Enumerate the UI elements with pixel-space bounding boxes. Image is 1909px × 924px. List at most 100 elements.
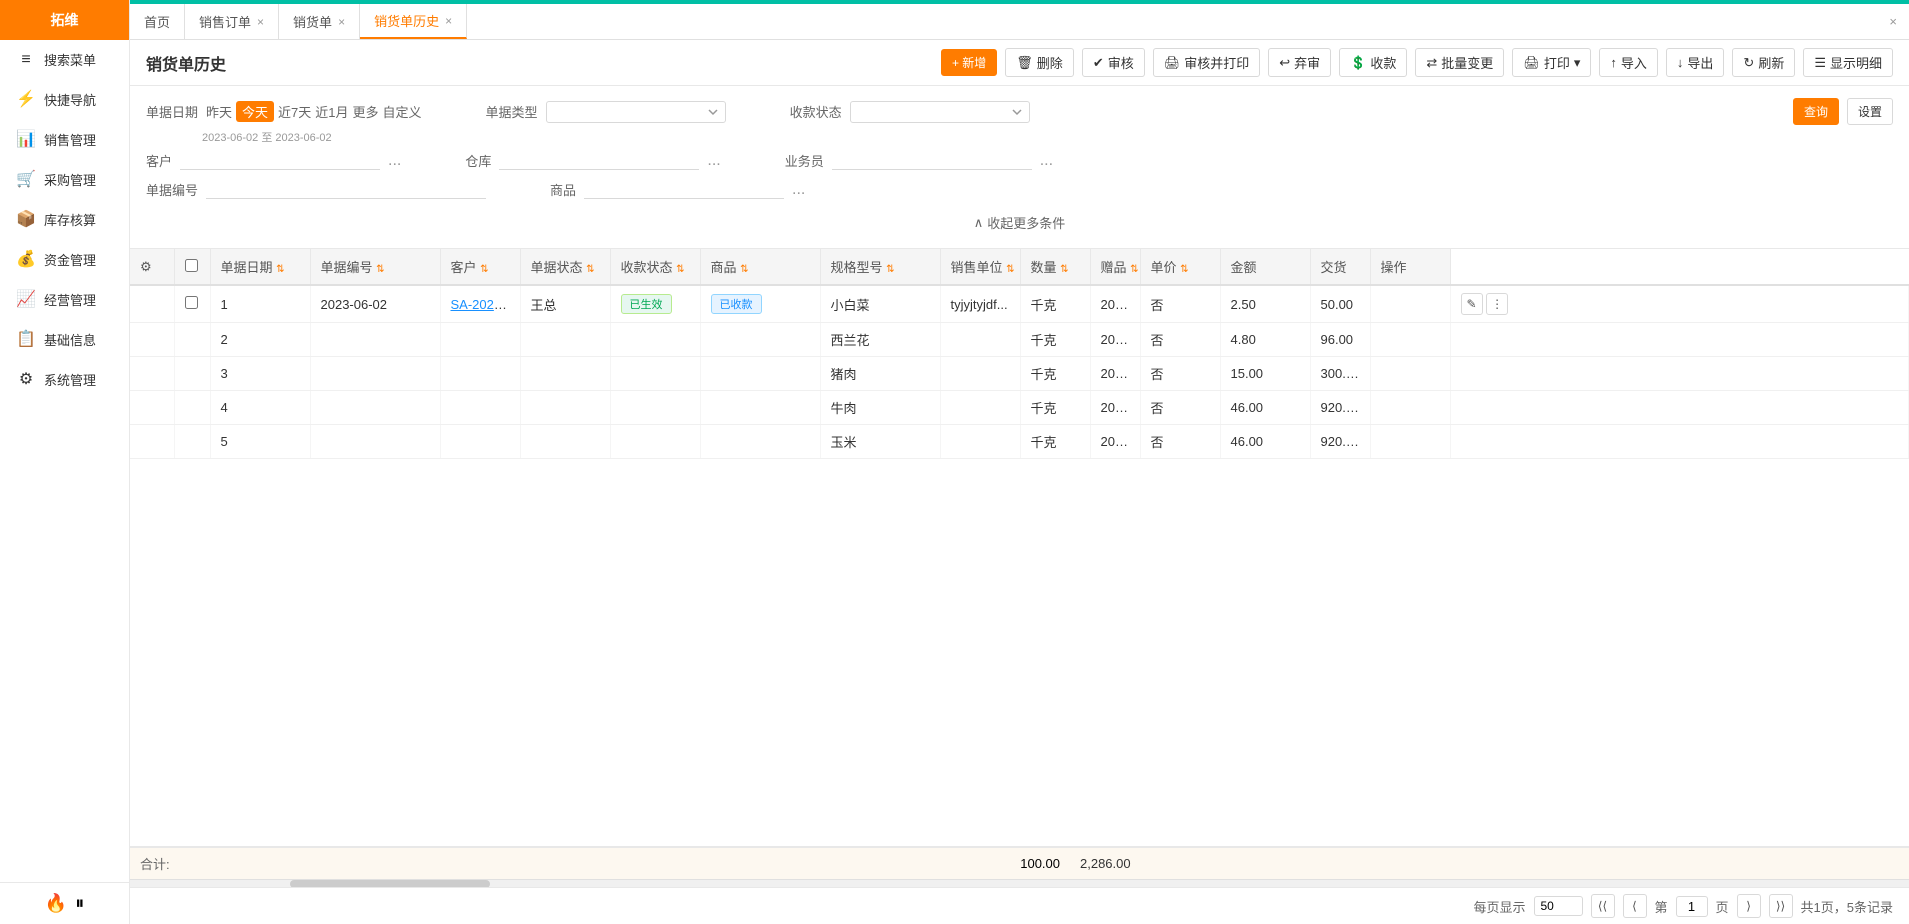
col-gift[interactable]: 赠品 ⇅ (1090, 249, 1140, 285)
refresh-button[interactable]: ↻ 刷新 (1732, 48, 1795, 77)
tab-sales-order-close[interactable]: × (257, 15, 264, 29)
col-cust[interactable]: 客户 ⇅ (440, 249, 520, 285)
edit-button[interactable]: ✎ (1461, 293, 1483, 315)
row-settings (130, 425, 174, 459)
col-unit[interactable]: 销售单位 ⇅ (940, 249, 1020, 285)
new-button[interactable]: + 新增 (941, 49, 997, 76)
window-close-button[interactable]: × (1877, 14, 1909, 29)
filter-warehouse-input[interactable] (499, 151, 699, 170)
tab-sales-order[interactable]: 销售订单 × (185, 4, 279, 39)
row-date (310, 323, 440, 357)
sidebar-item-finance-mgmt[interactable]: 💰 资金管理 (0, 239, 129, 279)
collapse-button[interactable]: ∧ 收起更多条件 (974, 213, 1066, 232)
prev-page-button[interactable]: ⟨ (1623, 894, 1647, 918)
query-button[interactable]: 查询 (1793, 98, 1839, 125)
collapse-label: 收起更多条件 (987, 213, 1065, 232)
per-page-select[interactable]: 50 100 200 (1534, 896, 1583, 916)
filter-doc-type-select[interactable] (546, 101, 726, 123)
shortcut-more[interactable]: 更多 (353, 102, 379, 121)
batch-change-button[interactable]: ⇄ 批量变更 (1415, 48, 1504, 77)
sidebar-item-sales-mgmt[interactable]: 📊 销售管理 (0, 119, 129, 159)
tab-sales-history-label: 销货单历史 (374, 11, 439, 30)
sidebar-item-inventory-calc[interactable]: 📦 库存核算 (0, 199, 129, 239)
tab-sales-history[interactable]: 销货单历史 × (360, 4, 467, 39)
table-row: 2西兰花千克20.00否4.8096.00 (130, 323, 1909, 357)
col-qty[interactable]: 数量 ⇅ (1020, 249, 1090, 285)
export-button[interactable]: ↓ 导出 (1666, 48, 1725, 77)
salesperson-dots-button[interactable]: ... (1040, 152, 1053, 170)
shortcut-1month[interactable]: 近1月 (315, 102, 348, 121)
row-amount: 300.00 (1310, 357, 1370, 391)
fire-icon[interactable]: 🔥 (45, 893, 67, 914)
sidebar-item-search-menu[interactable]: ≡ 搜索菜单 (0, 40, 129, 79)
pause-icon[interactable]: ⏸ (75, 893, 84, 914)
print-button[interactable]: 🖨 打印 ▾ (1512, 48, 1591, 77)
purchase-icon: 🛒 (16, 169, 36, 189)
audit-button[interactable]: ✔ 审核 (1082, 48, 1145, 77)
row-order-no[interactable]: SA-20230602-0 (440, 285, 520, 323)
settings-button[interactable]: 设置 (1847, 98, 1893, 125)
sidebar-item-basic-info[interactable]: 📋 基础信息 (0, 319, 129, 359)
goods-dots-button[interactable]: ... (792, 181, 805, 199)
more-actions-button[interactable]: ⋮ (1486, 293, 1508, 315)
tab-sales-history-close[interactable]: × (445, 14, 452, 28)
shortcut-7days[interactable]: 近7天 (278, 102, 311, 121)
sidebar-item-purchase-mgmt[interactable]: 🛒 采购管理 (0, 159, 129, 199)
first-page-button[interactable]: ⟨⟨ (1591, 894, 1615, 918)
col-pay[interactable]: 收款状态 ⇅ (610, 249, 700, 285)
page-number-input[interactable] (1676, 896, 1708, 917)
shortcut-yesterday[interactable]: 昨天 (206, 102, 232, 121)
row-unit: 千克 (1020, 357, 1090, 391)
row-spec (940, 323, 1020, 357)
row-qty: 20.00 (1090, 357, 1140, 391)
row-deal (1370, 323, 1450, 357)
print-dropdown-icon: ▾ (1574, 55, 1581, 71)
col-spec[interactable]: 规格型号 ⇅ (820, 249, 940, 285)
collect-button[interactable]: 💲 收款 (1339, 48, 1407, 77)
col-date[interactable]: 单据日期 ⇅ (210, 249, 310, 285)
next-page-button[interactable]: ⟩ (1737, 894, 1761, 918)
col-price[interactable]: 单价 ⇅ (1140, 249, 1220, 285)
tab-sales-goods-close[interactable]: × (338, 15, 345, 29)
sidebar-item-label: 系统管理 (44, 370, 96, 389)
filter-salesperson-input[interactable] (832, 151, 1032, 170)
tab-home[interactable]: 首页 (130, 4, 185, 39)
last-page-button[interactable]: ⟩⟩ (1769, 894, 1793, 918)
row-pay-status (700, 425, 820, 459)
row-gift: 否 (1140, 425, 1220, 459)
sidebar-item-system-mgmt[interactable]: ⚙ 系统管理 (0, 359, 129, 399)
customer-dots-button[interactable]: ... (388, 152, 401, 170)
col-order[interactable]: 单据编号 ⇅ (310, 249, 440, 285)
col-goods[interactable]: 商品 ⇅ (700, 249, 820, 285)
sidebar-item-operations-mgmt[interactable]: 📈 经营管理 (0, 279, 129, 319)
col-price-label: 单价 (1151, 260, 1177, 275)
filter-row-date-range: 2023-06-02 至 2023-06-02 (146, 129, 1893, 145)
filter-goods-input[interactable] (584, 180, 784, 199)
display-detail-button[interactable]: ☰ 显示明细 (1803, 48, 1893, 77)
row-order-no (440, 425, 520, 459)
warehouse-dots-button[interactable]: ... (707, 152, 720, 170)
col-status[interactable]: 单据状态 ⇅ (520, 249, 610, 285)
import-button[interactable]: ↑ 导入 (1599, 48, 1658, 77)
filter-docno-input[interactable] (206, 180, 486, 199)
order-no-link[interactable]: SA-20230602-0 (451, 297, 521, 312)
filter-pay-status-group: 收款状态 (790, 101, 1030, 123)
row-unit: 千克 (1020, 425, 1090, 459)
sidebar-item-quick-nav[interactable]: ⚡ 快捷导航 (0, 79, 129, 119)
audit-print-button[interactable]: 🖨 审核并打印 (1153, 48, 1261, 77)
abandon-button[interactable]: ↩ 弃审 (1268, 48, 1331, 77)
row-ops (1450, 323, 1909, 357)
shortcut-today[interactable]: 今天 (236, 101, 274, 122)
row-price: 2.50 (1220, 285, 1310, 323)
select-all-checkbox[interactable] (185, 259, 198, 272)
tab-sales-goods[interactable]: 销货单 × (279, 4, 360, 39)
filter-pay-status-select[interactable] (850, 101, 1030, 123)
settings-col[interactable]: ⚙ (130, 249, 174, 285)
shortcut-custom[interactable]: 自定义 (383, 102, 422, 121)
row-checkbox[interactable] (185, 296, 198, 309)
col-goods-sort: ⇅ (740, 264, 748, 275)
filter-date-label: 单据日期 (146, 102, 198, 121)
delete-button[interactable]: 🗑 删除 (1005, 48, 1074, 77)
app-logo: 拓维 (0, 0, 129, 40)
filter-customer-input[interactable] (180, 151, 380, 170)
